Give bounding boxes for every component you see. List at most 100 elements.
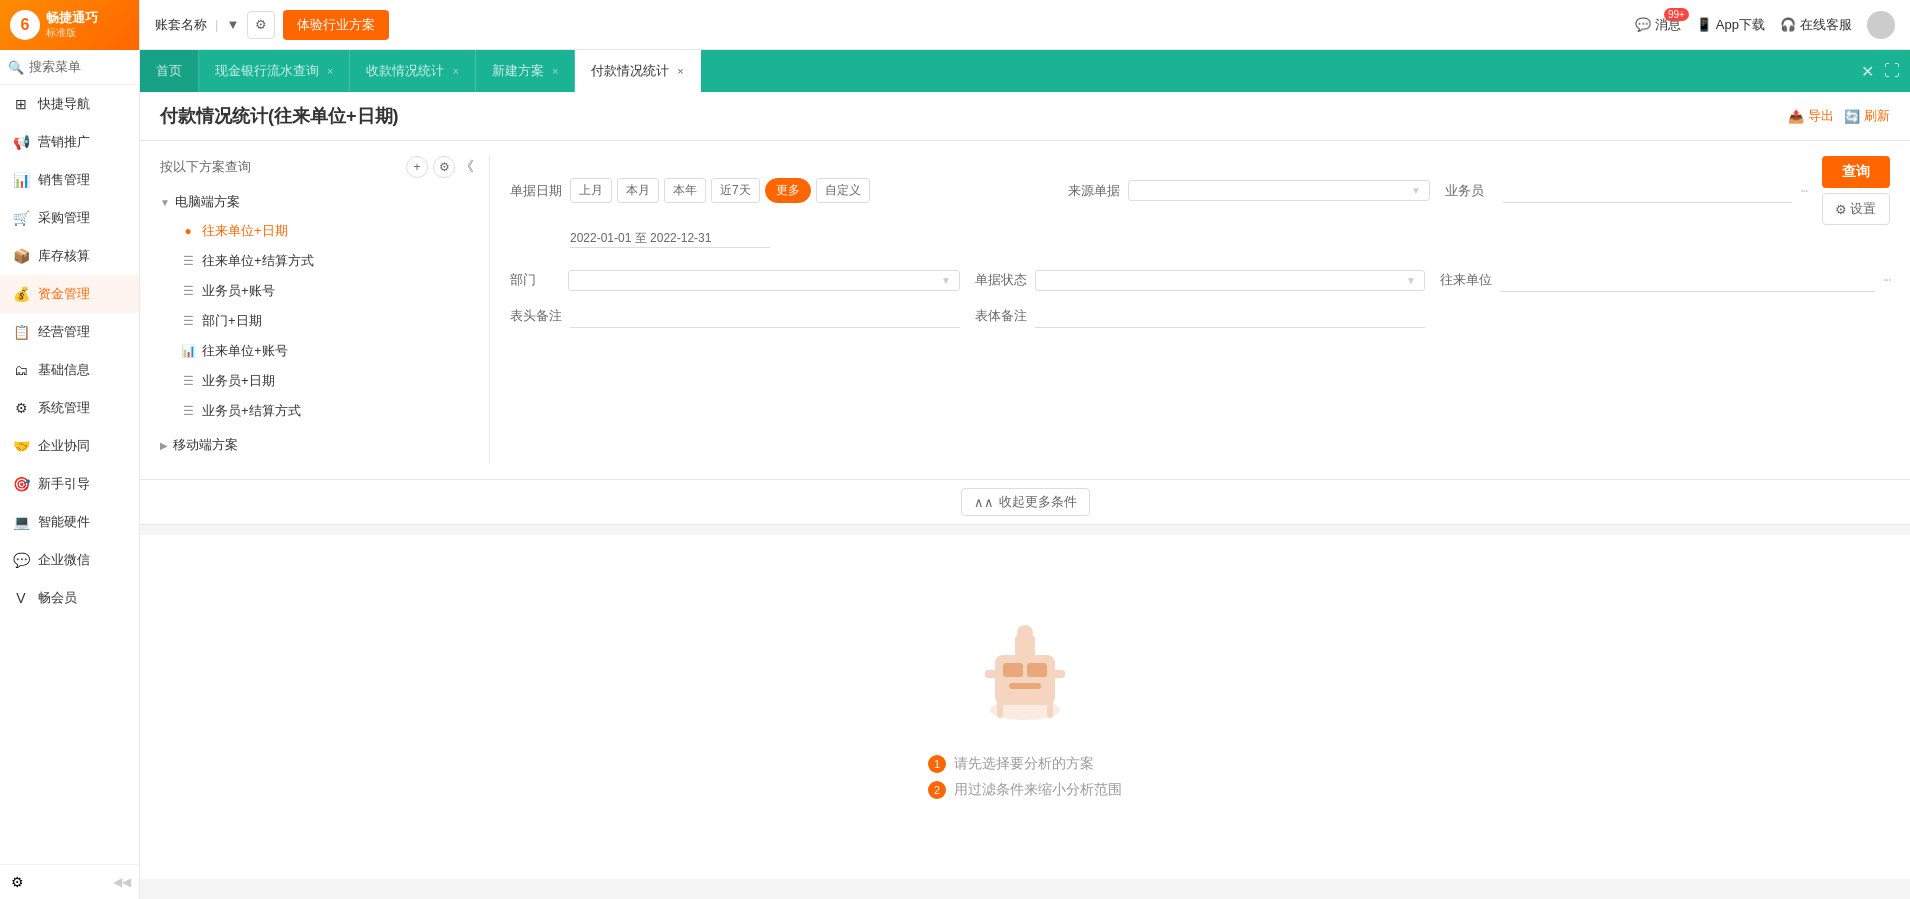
header-note-input[interactable] <box>570 304 960 328</box>
scheme-item-partner-settle[interactable]: ☰ 往来单位+结算方式 <box>160 246 474 276</box>
account-dropdown[interactable]: ▼ <box>226 17 239 32</box>
add-scheme-btn[interactable]: + <box>406 156 428 178</box>
sidebar-item-quick-nav[interactable]: ⊞快捷导航 <box>0 85 139 123</box>
sidebar-label-purchase: 采购管理 <box>38 209 90 227</box>
sidebar-item-guide[interactable]: 🎯新手引导 <box>0 465 139 503</box>
app-download-btn[interactable]: 📱 App下载 <box>1696 16 1765 34</box>
desktop-scheme-group: ▼ 电脑端方案 ● 往来单位+日期 ☰ 往来单位+结算方式 ☰ <box>160 188 474 426</box>
query-btn-area: 查询 ⚙ 设置 <box>1822 156 1890 225</box>
date-btn-custom[interactable]: 自定义 <box>816 178 870 203</box>
date-btn-more[interactable]: 更多 <box>765 178 811 203</box>
scheme-item-dept-date[interactable]: ☰ 部门+日期 <box>160 306 474 336</box>
sidebar-icon-operation: 📋 <box>12 323 30 341</box>
desktop-scheme-group-header[interactable]: ▼ 电脑端方案 <box>160 188 474 216</box>
collapse-more-btn[interactable]: ∧∧ 收起更多条件 <box>961 488 1090 516</box>
sidebar-header: 6 畅捷通巧 标准版 <box>0 0 139 50</box>
date-btn-last-month[interactable]: 上月 <box>570 178 612 203</box>
sidebar-item-inventory[interactable]: 📦库存核算 <box>0 237 139 275</box>
scheme-item-staff-settle[interactable]: ☰ 业务员+结算方式 <box>160 396 474 426</box>
bill-status-field: 单据状态 ▼ <box>975 270 1425 291</box>
settings-display-btn[interactable]: ⚙ 设置 <box>1822 193 1890 225</box>
sidebar-item-enterprise[interactable]: 🤝企业协同 <box>0 427 139 465</box>
settings-footer-icon[interactable]: ⚙ <box>8 873 26 891</box>
partner-field: 往来单位 ··· <box>1440 268 1890 292</box>
date-btn-this-month[interactable]: 本月 <box>617 178 659 203</box>
refresh-btn[interactable]: 🔄 刷新 <box>1844 107 1890 125</box>
group-arrow-down: ▼ <box>160 197 170 208</box>
date-range-input[interactable] <box>570 229 770 248</box>
topbar-left: 账套名称 | ▼ ⚙ 体验行业方案 <box>155 10 1625 40</box>
edit-scheme-btn[interactable]: ⚙ <box>433 156 455 178</box>
tab-new-scheme-close[interactable]: × <box>552 65 558 77</box>
tab-bank-flow[interactable]: 现金银行流水查询 × <box>199 50 350 92</box>
scheme-icon: ☰ <box>180 253 196 269</box>
tab-new-scheme[interactable]: 新建方案 × <box>476 50 575 92</box>
tab-receipt-stat-close[interactable]: × <box>452 65 458 77</box>
sidebar-item-basic-info[interactable]: 🗂基础信息 <box>0 351 139 389</box>
body-note-label: 表体备注 <box>975 307 1027 325</box>
date-btn-this-year[interactable]: 本年 <box>664 178 706 203</box>
message-btn[interactable]: 💬 消息 99+ <box>1635 16 1681 34</box>
search-menu[interactable]: 🔍 搜索菜单 <box>0 50 139 85</box>
sidebar-item-system[interactable]: ⚙系统管理 <box>0 389 139 427</box>
sidebar-item-marketing[interactable]: 📢营销推广 <box>0 123 139 161</box>
sidebar-label-inventory: 库存核算 <box>38 247 90 265</box>
scheme-item-label: 往来单位+结算方式 <box>202 252 314 270</box>
sidebar-item-purchase[interactable]: 🛒采购管理 <box>0 199 139 237</box>
scheme-item-partner-account[interactable]: 📊 往来单位+账号 <box>160 336 474 366</box>
sidebar-item-capital[interactable]: 💰资金管理 <box>0 275 139 313</box>
sidebar-icon-marketing: 📢 <box>12 133 30 151</box>
source-select[interactable]: ▼ <box>1128 180 1430 201</box>
sidebar-item-hardware[interactable]: 💻智能硬件 <box>0 503 139 541</box>
collapse-sidebar-btn[interactable]: ◀◀ <box>113 875 131 889</box>
tab-payment-stat-close[interactable]: × <box>677 65 683 77</box>
filter-fields-col: 单据日期 上月 本月 本年 近7天 更多 自定义 <box>510 156 1890 328</box>
mobile-scheme-group: ▶ 移动端方案 <box>160 431 474 459</box>
partner-more-btn[interactable]: ··· <box>1883 271 1890 289</box>
filter-layout: 按以下方案查询 + ⚙ 《 ▼ 电脑端方案 <box>160 156 1890 464</box>
date-btn-7days[interactable]: 近7天 <box>711 178 760 203</box>
search-icon: 🔍 <box>8 60 24 75</box>
sidebar-item-wechat[interactable]: 💬企业微信 <box>0 541 139 579</box>
scheme-item-label: 往来单位+账号 <box>202 342 288 360</box>
page-content: 付款情况统计(往来单位+日期) 📤 导出 🔄 刷新 按以下方案查询 <box>140 92 1910 899</box>
user-avatar[interactable] <box>1867 11 1895 39</box>
export-btn[interactable]: 📤 导出 <box>1788 107 1834 125</box>
collapse-scheme-btn[interactable]: 《 <box>460 158 474 176</box>
query-btn[interactable]: 查询 <box>1822 156 1890 188</box>
staff-input[interactable] <box>1503 179 1792 203</box>
sidebar-label-guide: 新手引导 <box>38 475 90 493</box>
filter-row-2: 部门 ▼ 单据状态 ▼ <box>510 268 1890 292</box>
partner-input[interactable] <box>1500 268 1875 292</box>
sidebar-label-quick-nav: 快捷导航 <box>38 95 90 113</box>
trial-btn[interactable]: 体验行业方案 <box>283 10 389 40</box>
topbar-settings-btn[interactable]: ⚙ <box>247 11 275 39</box>
bill-status-select[interactable]: ▼ <box>1035 270 1425 291</box>
tab-bank-flow-close[interactable]: × <box>327 65 333 77</box>
scheme-item-partner-date[interactable]: ● 往来单位+日期 <box>160 216 474 246</box>
body-note-input[interactable] <box>1035 304 1425 328</box>
sidebar-item-operation[interactable]: 📋 经营管理 <box>0 313 139 351</box>
sidebar-icon-sales: 📊 <box>12 171 30 189</box>
svg-rect-8 <box>1053 670 1065 678</box>
dept-select[interactable]: ▼ <box>568 270 960 291</box>
tab-home[interactable]: 首页 <box>140 50 199 92</box>
sidebar-item-vip[interactable]: V畅会员 <box>0 579 139 617</box>
scheme-icon: ☰ <box>180 313 196 329</box>
tab-receipt-stat[interactable]: 收款情况统计 × <box>350 50 475 92</box>
account-name: 账套名称 <box>155 16 207 34</box>
scheme-item-label: 部门+日期 <box>202 312 262 330</box>
maximize-btn[interactable]: ⛶ <box>1884 62 1900 80</box>
sidebar-item-sales[interactable]: 📊销售管理 <box>0 161 139 199</box>
tab-payment-stat[interactable]: 付款情况统计 × <box>575 50 700 92</box>
sidebar-label-operation: 经营管理 <box>38 323 90 341</box>
scheme-item-label: 业务员+结算方式 <box>202 402 301 420</box>
sidebar-label-capital: 资金管理 <box>38 285 90 303</box>
tip-num-1: 1 <box>928 755 946 773</box>
close-all-tabs-btn[interactable]: ✕ <box>1861 62 1874 81</box>
scheme-item-staff-account[interactable]: ☰ 业务员+账号 <box>160 276 474 306</box>
staff-more-btn[interactable]: ··· <box>1800 182 1807 200</box>
scheme-item-staff-date[interactable]: ☰ 业务员+日期 <box>160 366 474 396</box>
mobile-scheme-group-header[interactable]: ▶ 移动端方案 <box>160 431 474 459</box>
online-service-btn[interactable]: 🎧 在线客服 <box>1780 16 1852 34</box>
